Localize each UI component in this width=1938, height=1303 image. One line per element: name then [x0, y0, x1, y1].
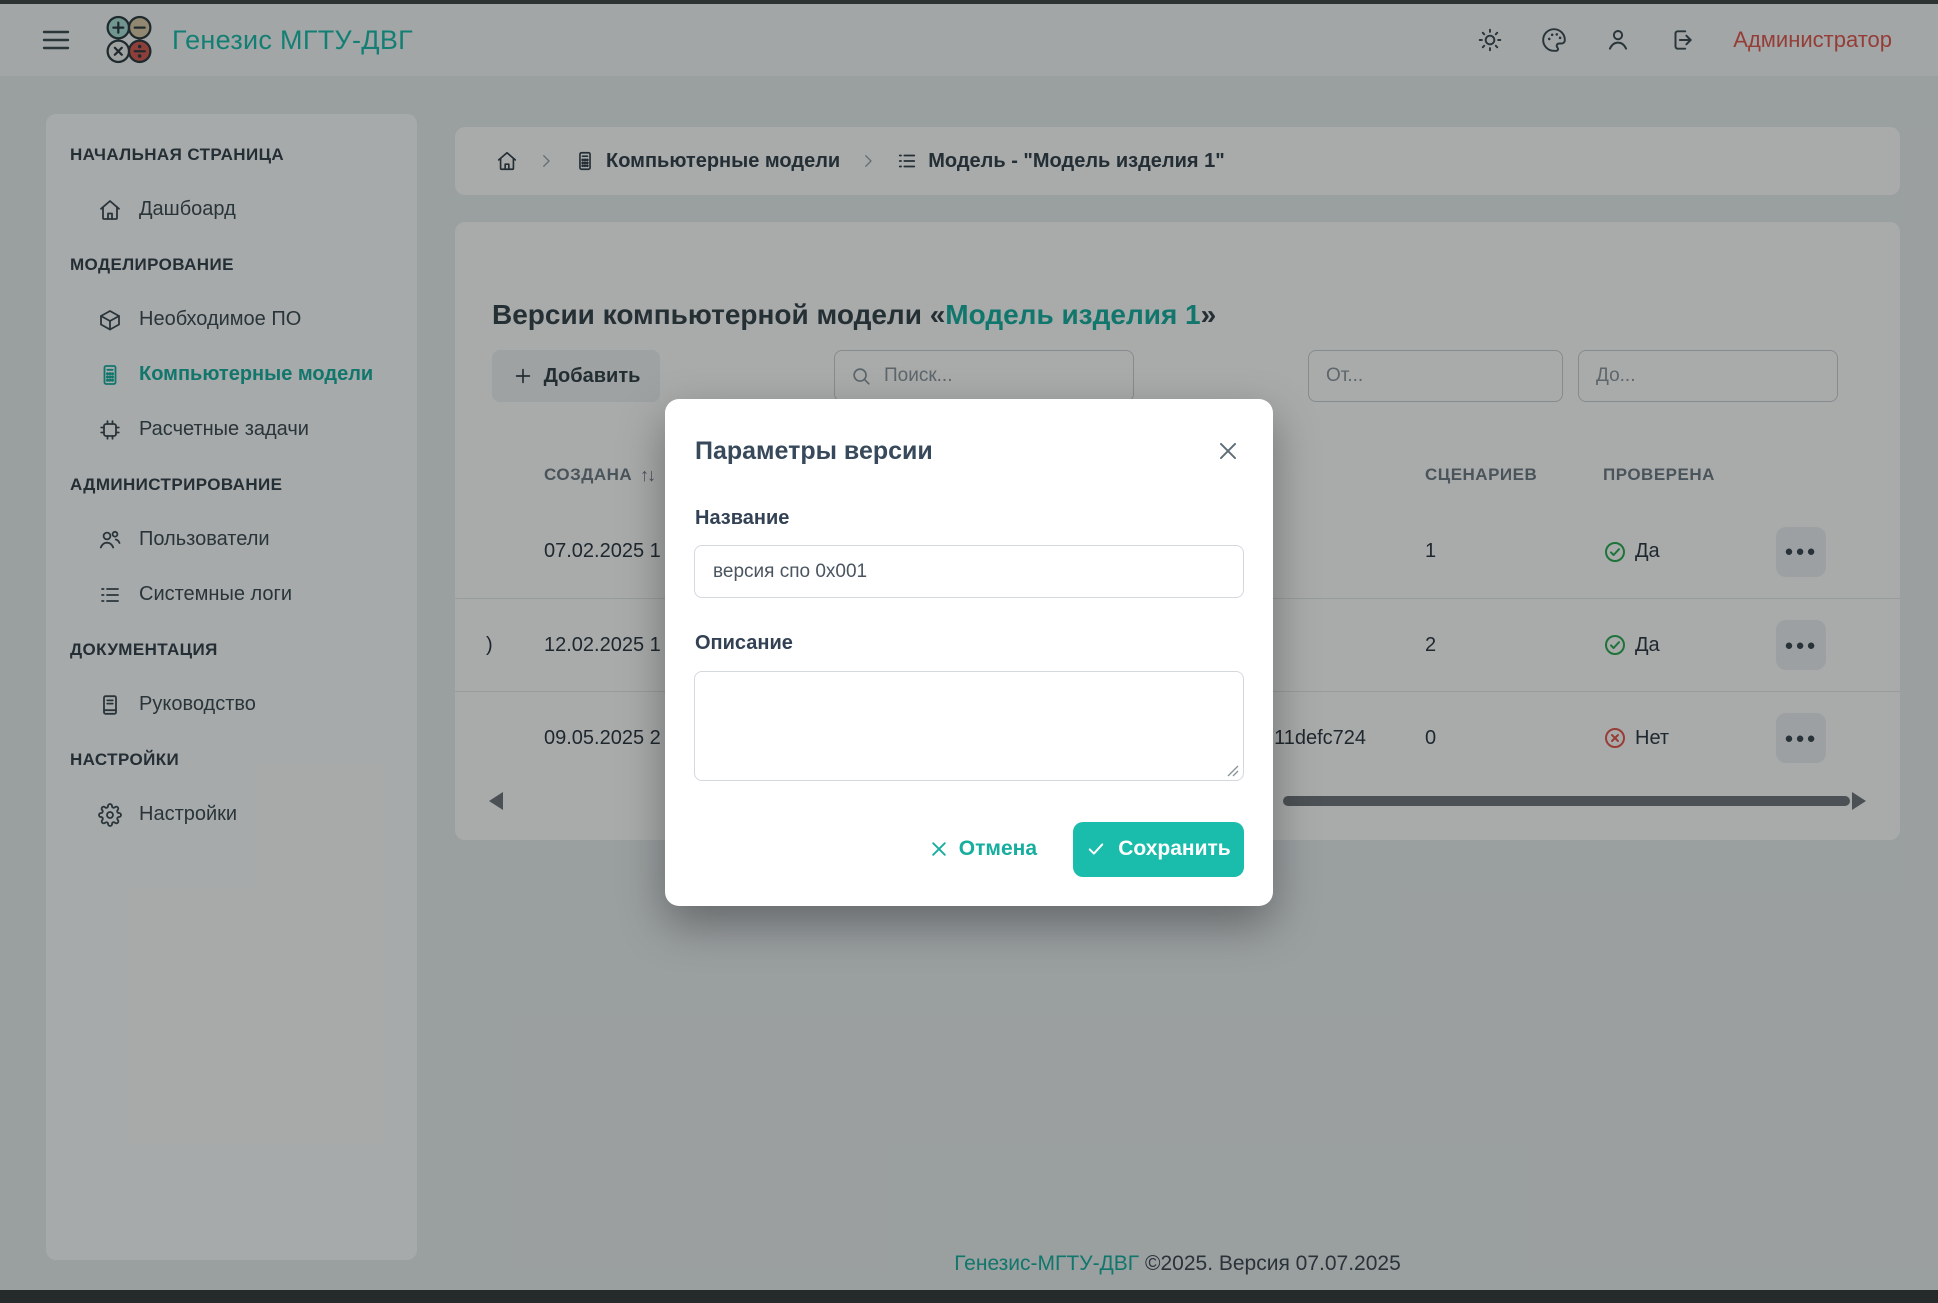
name-field-label: Название [695, 507, 790, 529]
save-button[interactable]: Сохранить [1073, 821, 1244, 877]
screen: Генезис МГТУ-ДВГ Администратор НАЧАЛЬНАЯ… [0, 0, 1938, 1303]
cancel-button-label: Отмена [958, 837, 1037, 860]
version-parameters-modal: Параметры версии Название Описание Отмен… [665, 399, 1273, 906]
modal-actions: Отмена Сохранить [923, 821, 1244, 877]
x-icon [932, 842, 946, 856]
close-icon [1219, 442, 1237, 459]
save-button-label: Сохранить [1118, 837, 1231, 860]
version-description-textarea[interactable] [694, 671, 1244, 781]
modal-close-button[interactable] [1213, 437, 1243, 467]
modal-title: Параметры версии [695, 437, 933, 465]
check-icon [1089, 843, 1104, 855]
version-name-input[interactable] [694, 545, 1244, 598]
description-field-label: Описание [695, 632, 793, 654]
cancel-button[interactable]: Отмена [923, 836, 1043, 862]
